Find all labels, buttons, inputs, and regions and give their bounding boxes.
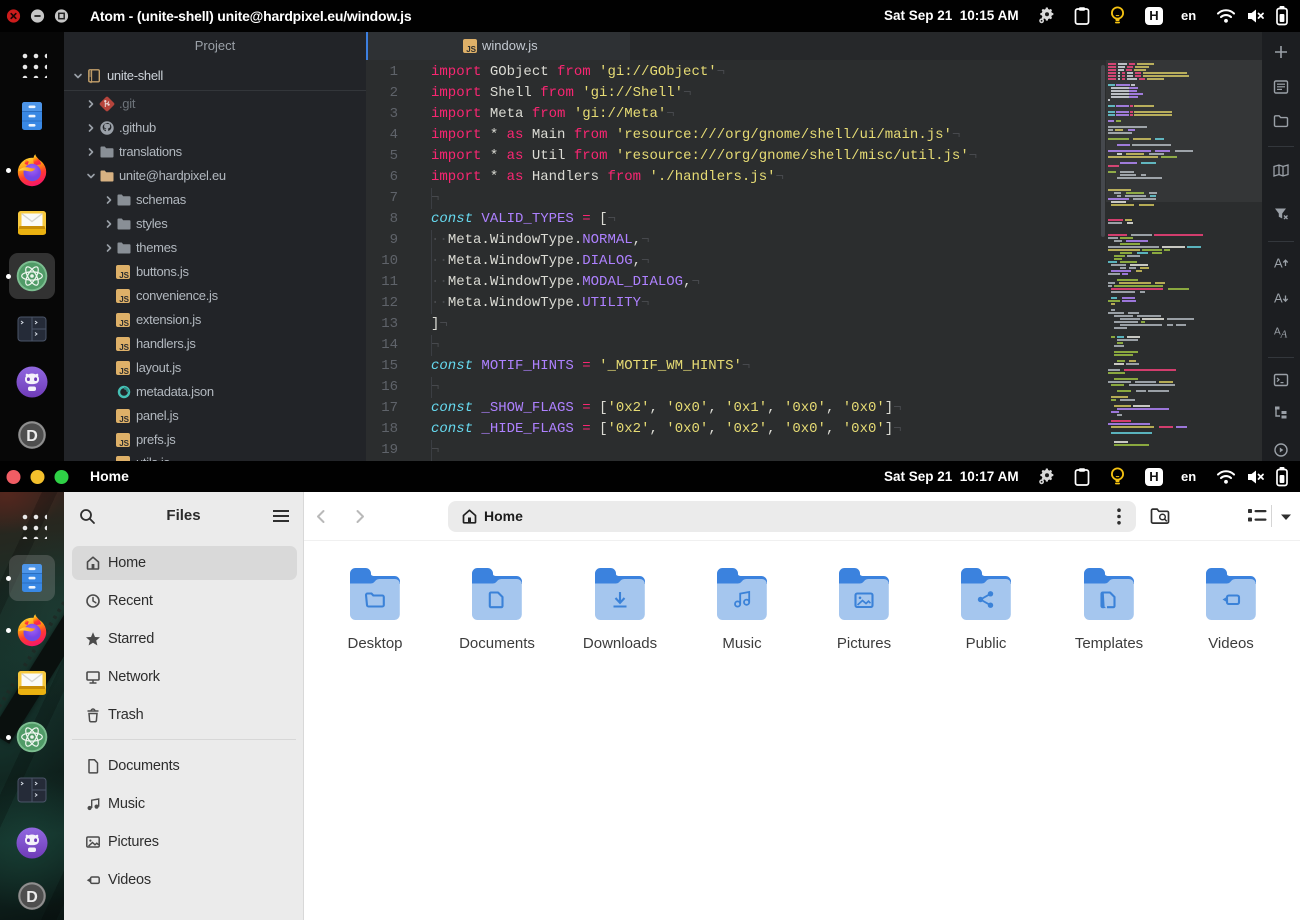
svg-text:A: A: [1280, 329, 1288, 341]
svg-text:A: A: [1274, 256, 1283, 271]
svg-text:D: D: [26, 889, 38, 906]
svg-text:A: A: [1274, 291, 1283, 306]
